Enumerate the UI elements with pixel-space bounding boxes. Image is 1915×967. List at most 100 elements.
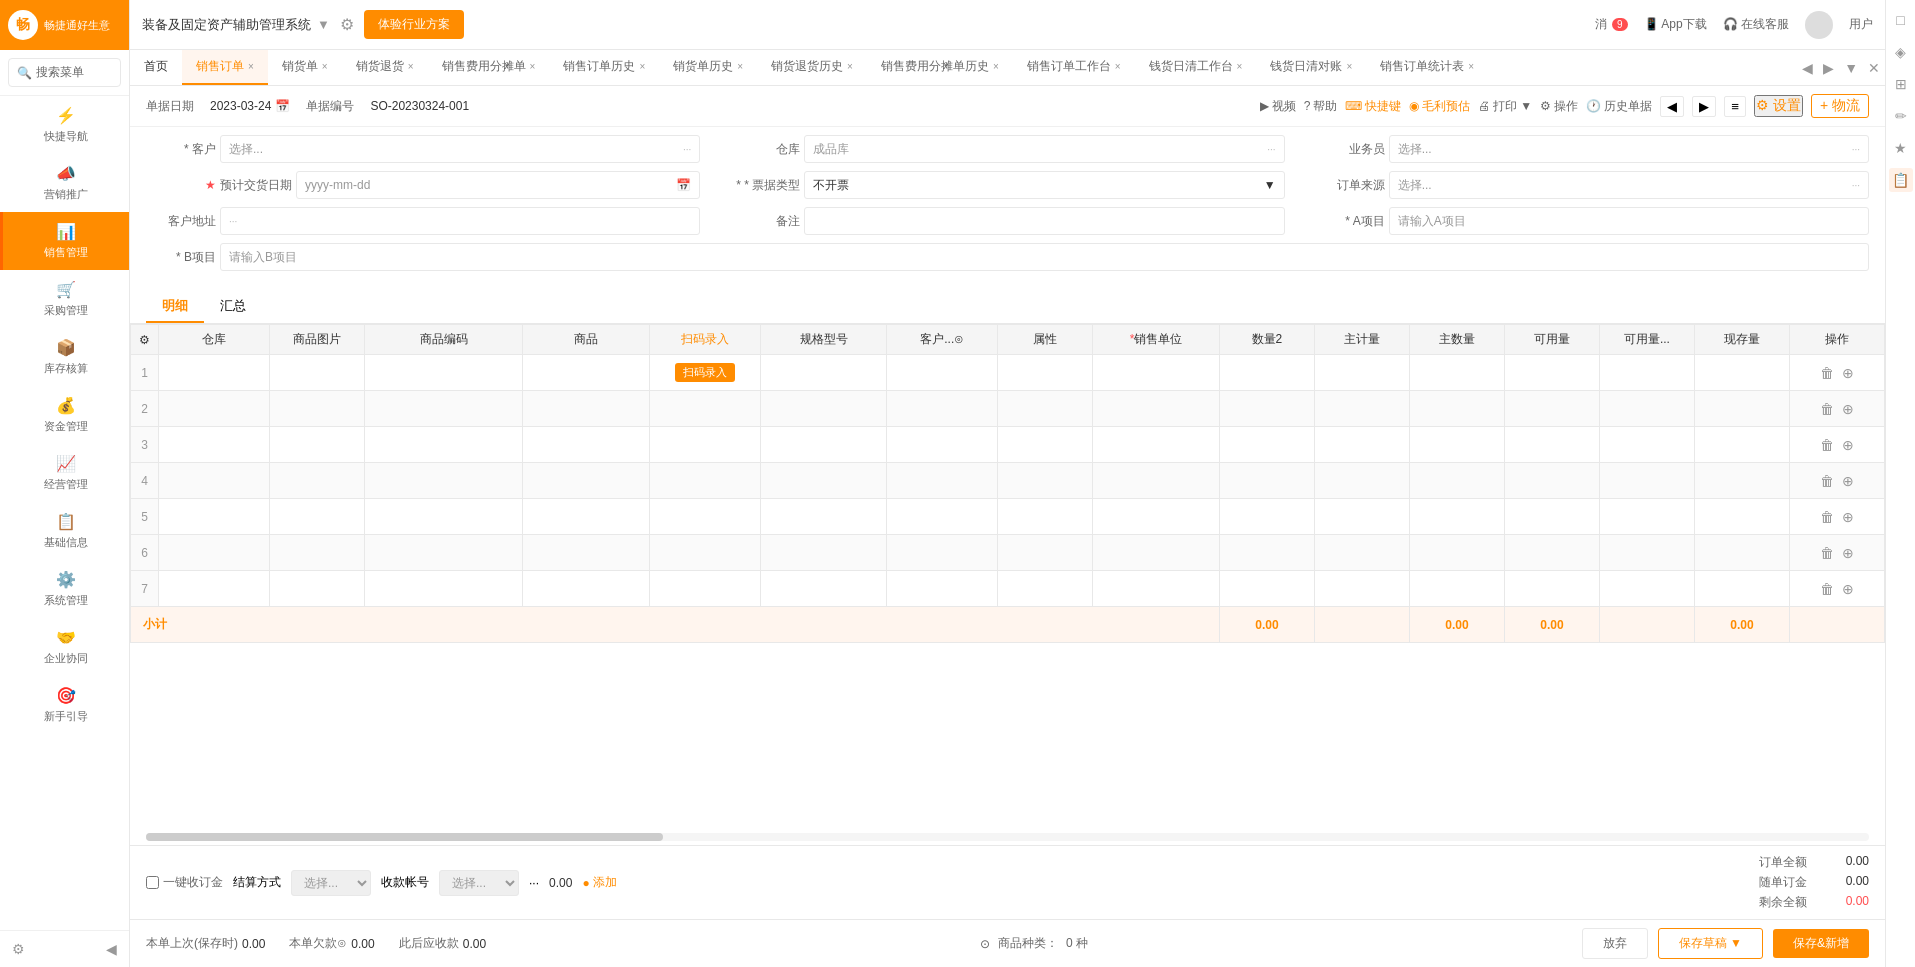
scrollbar-thumb[interactable] — [146, 833, 663, 841]
sidebar-item-operations[interactable]: 📈 经营管理 — [0, 444, 129, 502]
tab-summary[interactable]: 汇总 — [204, 291, 262, 323]
row-4-scan[interactable] — [649, 463, 760, 499]
row-6-scan[interactable] — [649, 535, 760, 571]
tab-sales-return[interactable]: 销货退货 × — [342, 50, 428, 85]
row-7-warehouse[interactable] — [159, 571, 270, 607]
row-2-name[interactable] — [523, 391, 650, 427]
row-2-attr[interactable] — [998, 391, 1093, 427]
row-4-avail[interactable] — [1504, 463, 1599, 499]
right-panel-icon-2[interactable]: ◈ — [1889, 40, 1913, 64]
row-3-unit[interactable] — [1093, 427, 1220, 463]
row-5-main-qty[interactable] — [1409, 499, 1504, 535]
row-7-scan[interactable] — [649, 571, 760, 607]
right-panel-icon-5[interactable]: ★ — [1889, 136, 1913, 160]
history-records-link[interactable]: 🕐 历史单据 — [1586, 98, 1652, 115]
row-6-img[interactable] — [269, 535, 364, 571]
profit-estimate-link[interactable]: ◉ 毛利预估 — [1409, 98, 1470, 115]
row-4-attr[interactable] — [998, 463, 1093, 499]
industry-plan-button[interactable]: 体验行业方案 — [364, 10, 464, 39]
row-7-code[interactable] — [364, 571, 522, 607]
tab-expense-history-close[interactable]: × — [993, 61, 999, 72]
sidebar-item-guide[interactable]: 🎯 新手引导 — [0, 676, 129, 734]
tab-order-workbench[interactable]: 销售订单工作台 × — [1013, 50, 1135, 85]
row-2-qty2[interactable] — [1219, 391, 1314, 427]
tab-prev-button[interactable]: ◀ — [1797, 58, 1818, 78]
row-1-warehouse[interactable] — [159, 355, 270, 391]
horizontal-scrollbar[interactable] — [146, 833, 1869, 841]
row-7-unit[interactable] — [1093, 571, 1220, 607]
nav-prev-button[interactable]: ◀ — [1660, 96, 1684, 117]
row-1-scan[interactable]: 扫码录入 — [649, 355, 760, 391]
row-6-copy-btn[interactable]: ⊕ — [1842, 545, 1854, 561]
row-7-cust[interactable] — [887, 571, 998, 607]
row-7-spec[interactable] — [760, 571, 887, 607]
row-6-delete-btn[interactable]: 🗑 — [1820, 545, 1834, 561]
row-1-avail[interactable] — [1504, 355, 1599, 391]
sidebar-item-sales[interactable]: 📊 销售管理 — [0, 212, 129, 270]
row-3-main-qty[interactable] — [1409, 427, 1504, 463]
remark-input[interactable] — [804, 207, 1284, 235]
tab-stats[interactable]: 销售订单统计表 × — [1366, 50, 1488, 85]
row-2-spec[interactable] — [760, 391, 887, 427]
row-5-avail[interactable] — [1504, 499, 1599, 535]
a-project-input[interactable]: 请输入A项目 — [1389, 207, 1869, 235]
row-4-avail2[interactable] — [1599, 463, 1694, 499]
row-3-delete-btn[interactable]: 🗑 — [1820, 437, 1834, 453]
row-4-stock[interactable] — [1694, 463, 1789, 499]
tab-sales-invoice[interactable]: 销货单 × — [268, 50, 342, 85]
tab-expense-history[interactable]: 销售费用分摊单历史 × — [867, 50, 1013, 85]
tab-sales-order[interactable]: 销售订单 × — [182, 50, 268, 85]
row-1-img[interactable] — [269, 355, 364, 391]
row-6-avail[interactable] — [1504, 535, 1599, 571]
tab-reconcile[interactable]: 钱货日清对账 × — [1256, 50, 1366, 85]
row-5-avail2[interactable] — [1599, 499, 1694, 535]
row-7-main-unit[interactable] — [1314, 571, 1409, 607]
row-5-cust[interactable] — [887, 499, 998, 535]
row-4-main-unit[interactable] — [1314, 463, 1409, 499]
search-menu-button[interactable]: 🔍 搜索菜单 — [8, 58, 121, 87]
row-3-cust[interactable] — [887, 427, 998, 463]
tab-order-history-close[interactable]: × — [639, 61, 645, 72]
tab-expense-split[interactable]: 销售费用分摊单 × — [428, 50, 550, 85]
grid-view-button[interactable]: ≡ — [1724, 96, 1746, 117]
topbar-gear-icon[interactable]: ⚙ — [340, 15, 354, 34]
row-2-warehouse[interactable] — [159, 391, 270, 427]
nav-next-button[interactable]: ▶ — [1692, 96, 1716, 117]
tab-return-history-close[interactable]: × — [847, 61, 853, 72]
sidebar-item-finance[interactable]: 💰 资金管理 — [0, 386, 129, 444]
scan-btn-1[interactable]: 扫码录入 — [675, 363, 735, 382]
sidebar-item-marketing[interactable]: 📣 营销推广 — [0, 154, 129, 212]
row-7-attr[interactable] — [998, 571, 1093, 607]
tab-daily-clear[interactable]: 钱货日清工作台 × — [1135, 50, 1257, 85]
row-3-name[interactable] — [523, 427, 650, 463]
row-5-copy-btn[interactable]: ⊕ — [1842, 509, 1854, 525]
sidebar-item-enterprise[interactable]: 🤝 企业协同 — [0, 618, 129, 676]
row-5-spec[interactable] — [760, 499, 887, 535]
salesperson-input[interactable]: 选择... ··· — [1389, 135, 1869, 163]
row-7-name[interactable] — [523, 571, 650, 607]
row-6-stock[interactable] — [1694, 535, 1789, 571]
sidebar-item-quick-nav[interactable]: ⚡ 快捷导航 — [0, 96, 129, 154]
row-4-cust[interactable] — [887, 463, 998, 499]
save-new-button[interactable]: 保存&新增 — [1773, 929, 1869, 958]
row-1-cust[interactable] — [887, 355, 998, 391]
row-1-avail2[interactable] — [1599, 355, 1694, 391]
online-service-link[interactable]: 🎧 在线客服 — [1723, 16, 1789, 33]
row-6-avail2[interactable] — [1599, 535, 1694, 571]
row-5-scan[interactable] — [649, 499, 760, 535]
row-5-code[interactable] — [364, 499, 522, 535]
row-1-code[interactable] — [364, 355, 522, 391]
row-4-qty2[interactable] — [1219, 463, 1314, 499]
row-4-unit[interactable] — [1093, 463, 1220, 499]
customer-input[interactable]: 选择... ··· — [220, 135, 700, 163]
row-2-avail[interactable] — [1504, 391, 1599, 427]
row-2-code[interactable] — [364, 391, 522, 427]
print-dropdown-icon[interactable]: ▼ — [1520, 99, 1532, 113]
row-3-main-unit[interactable] — [1314, 427, 1409, 463]
tab-reconcile-close[interactable]: × — [1346, 61, 1352, 72]
b-project-input[interactable]: 请输入B项目 — [220, 243, 1869, 271]
tab-invoice-history[interactable]: 销货单历史 × — [659, 50, 757, 85]
user-avatar[interactable] — [1805, 11, 1833, 39]
operations-link[interactable]: ⚙ 操作 — [1540, 98, 1578, 115]
help-link[interactable]: ? 帮助 — [1304, 98, 1338, 115]
